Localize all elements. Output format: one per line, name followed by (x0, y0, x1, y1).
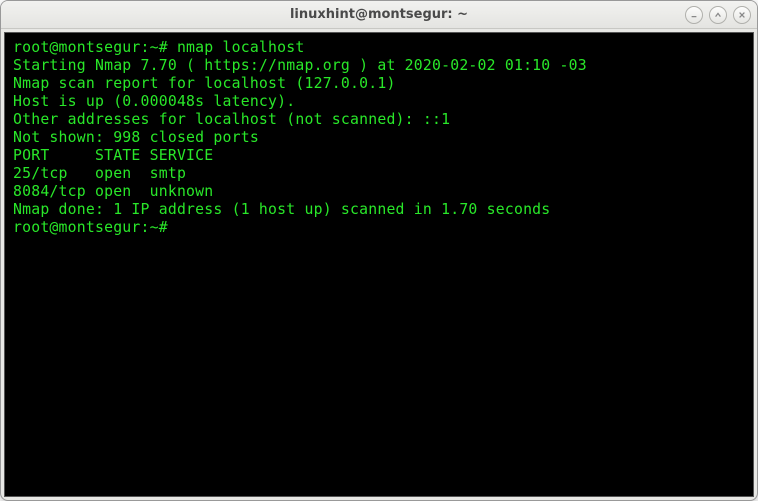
terminal-output[interactable]: root@montsegur:~# nmap localhost Startin… (4, 32, 754, 497)
shell-prompt: root@montsegur:~# (13, 219, 177, 236)
minimize-button[interactable] (685, 6, 703, 24)
maximize-icon (714, 11, 722, 19)
output-line: Not shown: 998 closed ports (13, 129, 745, 147)
output-line: Starting Nmap 7.70 ( https://nmap.org ) … (13, 57, 745, 75)
close-button[interactable] (733, 6, 751, 24)
window-controls (685, 6, 751, 24)
maximize-button[interactable] (709, 6, 727, 24)
shell-prompt: root@montsegur:~# (13, 39, 177, 56)
output-line: Host is up (0.000048s latency). (13, 93, 745, 111)
shell-command: nmap localhost (177, 39, 305, 56)
output-line: Other addresses for localhost (not scann… (13, 111, 745, 129)
output-line: 8084/tcp open unknown (13, 183, 745, 201)
output-line: Nmap scan report for localhost (127.0.0.… (13, 75, 745, 93)
output-line: Nmap done: 1 IP address (1 host up) scan… (13, 201, 745, 219)
terminal-window: linuxhint@montsegur: ~ root@montsegur:~#… (0, 0, 758, 501)
output-line: PORT STATE SERVICE (13, 147, 745, 165)
minimize-icon (690, 11, 698, 19)
titlebar[interactable]: linuxhint@montsegur: ~ (1, 1, 757, 29)
output-line: 25/tcp open smtp (13, 165, 745, 183)
window-title: linuxhint@montsegur: ~ (1, 7, 757, 22)
close-icon (738, 11, 746, 19)
